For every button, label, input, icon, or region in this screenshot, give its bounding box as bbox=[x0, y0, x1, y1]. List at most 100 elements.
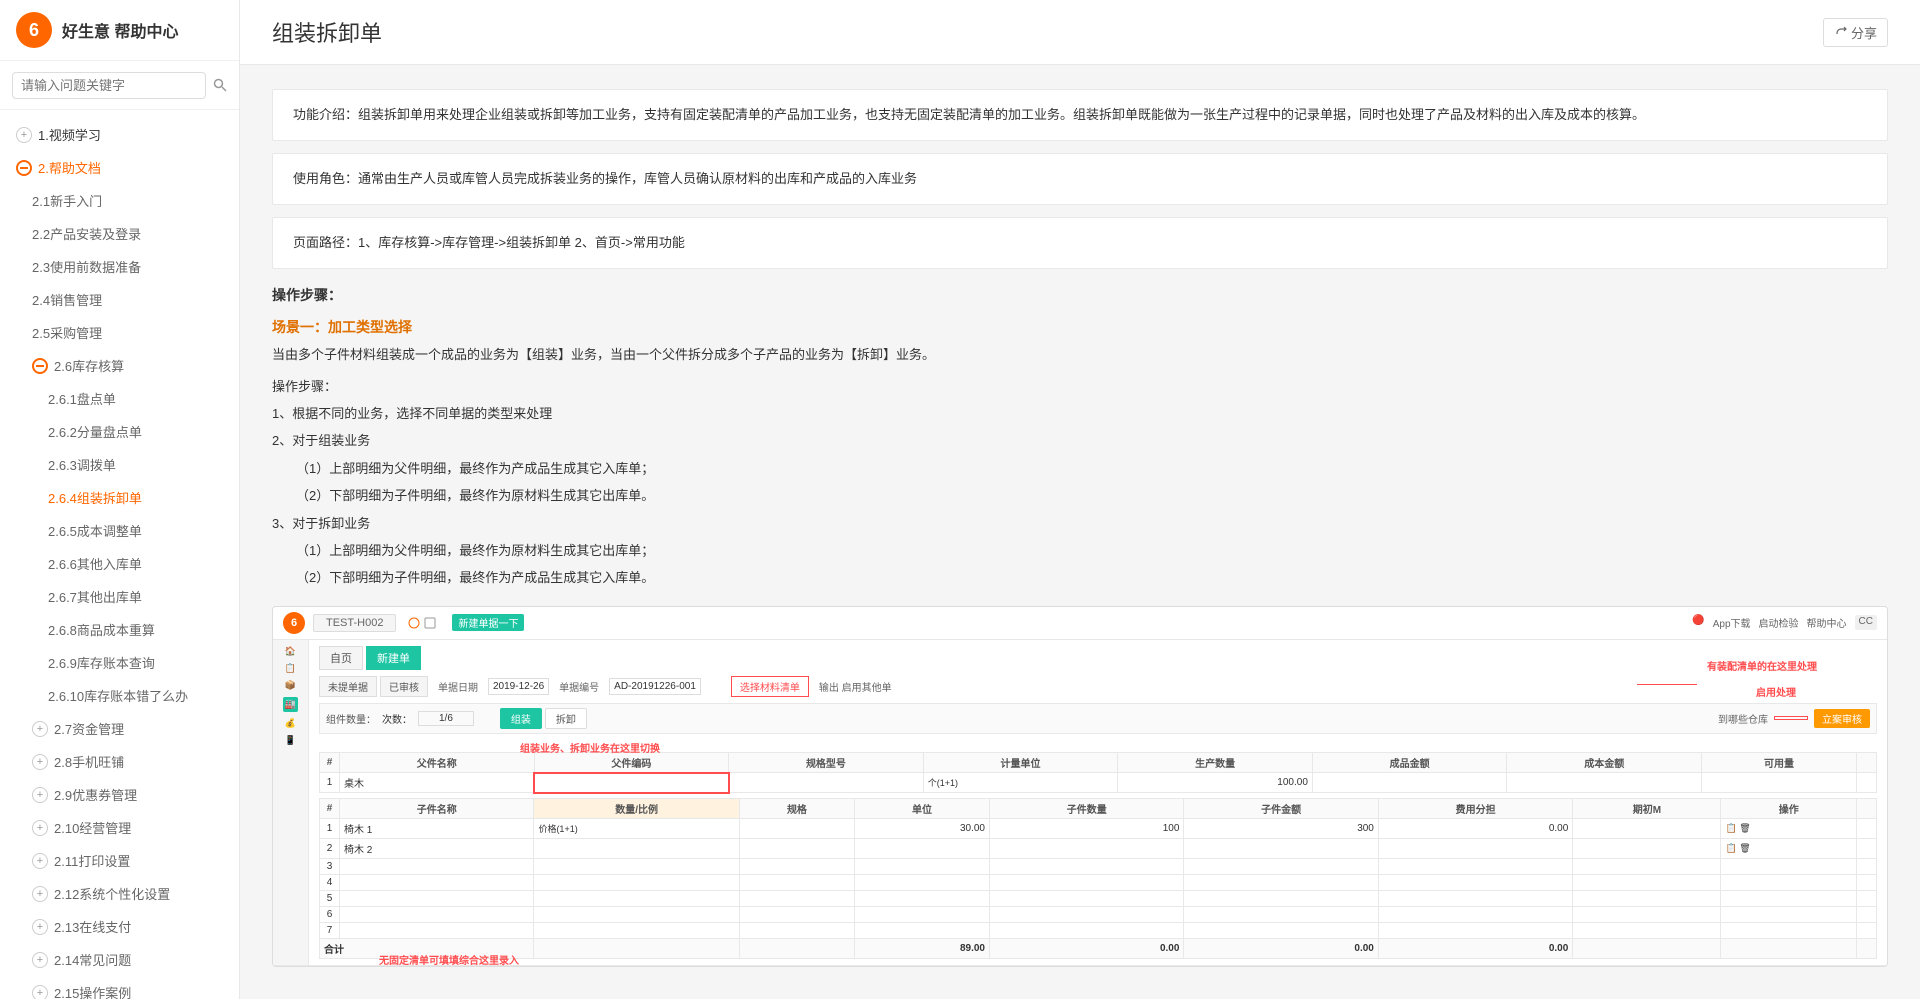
scene1-title: 场景一：加工类型选择 bbox=[272, 317, 1888, 337]
ss-logo-icon: 6 bbox=[283, 612, 305, 634]
ss-upper-table: # 父件名称 父件编码 规格型号 计量单位 生产数量 成品金额 成本金额 可用量 bbox=[319, 752, 1877, 794]
sidebar-item-video[interactable]: + 1.视频学习 bbox=[0, 118, 239, 151]
ss-tab-new[interactable]: 新建单 bbox=[366, 646, 421, 670]
ss-main-panel: 自页 新建单 未提单据 已审核 单据日期 2019-12-26 单据编号 AD-… bbox=[309, 640, 1887, 965]
sidebar-item-operation[interactable]: + 2.10经营管理 bbox=[0, 811, 239, 844]
ss-form-row1: 未提单据 已审核 单据日期 2019-12-26 单据编号 AD-2019122… bbox=[319, 676, 1877, 697]
sidebar-item-stocktake[interactable]: 2.6.1盘点单 bbox=[0, 382, 239, 415]
sidebar-item-split-stocktake[interactable]: 2.6.2分量盘点单 bbox=[0, 415, 239, 448]
page-title: 组装拆卸单 bbox=[272, 16, 382, 48]
step1: 1、根据不同的业务，选择不同单据的类型来处理 bbox=[272, 402, 1888, 425]
annotation1: 有装配清单的在这里处理 bbox=[1707, 658, 1817, 673]
ss-url-bar: TEST-H002 bbox=[313, 614, 396, 632]
sidebar-item-fund[interactable]: + 2.7资金管理 bbox=[0, 712, 239, 745]
sidebar-item-mobile[interactable]: + 2.8手机旺铺 bbox=[0, 745, 239, 778]
main-content: 组装拆卸单 分享 功能介绍：组装拆卸单用来处理企业组装或拆卸等加工业务，支持有固… bbox=[240, 0, 1920, 999]
annotation2: 组装业务、拆卸业务在这里切换 bbox=[520, 740, 660, 755]
ss-type-selector: 未提单据 已审核 bbox=[319, 676, 428, 697]
app-title: 好生意 帮助中心 bbox=[62, 18, 178, 42]
ss-tabs: 自页 新建单 bbox=[319, 646, 1877, 670]
ss-count-label: 组件数量： bbox=[326, 711, 376, 726]
sidebar-item-install[interactable]: 2.2产品安装及登录 bbox=[0, 217, 239, 250]
sidebar-item-docs[interactable]: 2.帮助文档 bbox=[0, 151, 239, 184]
logo-icon: 6 bbox=[16, 12, 52, 48]
step2: 2、对于组装业务 bbox=[272, 429, 1888, 452]
expand-icon: + bbox=[16, 127, 32, 143]
ss-header: 6 TEST-H002 新建单据一下 🔴App下载启动检验帮助中心CC bbox=[273, 607, 1887, 640]
sidebar-item-other-in[interactable]: 2.6.6其他入库单 bbox=[0, 547, 239, 580]
ss-date-value[interactable]: 2019-12-26 bbox=[488, 678, 549, 695]
ss-code-value[interactable]: AD-20191226-001 bbox=[609, 678, 701, 695]
ss-subnav: 🏠📋📦🏭💰📱 自页 新建单 未提单据 已审核 单据日期 bbox=[273, 640, 1887, 966]
search-button[interactable] bbox=[212, 71, 227, 99]
expand-operation-icon: + bbox=[32, 820, 48, 836]
sidebar-item-ledger[interactable]: 2.6.9库存账本查询 bbox=[0, 646, 239, 679]
sidebar-item-purchase[interactable]: 2.5采购管理 bbox=[0, 316, 239, 349]
expand-pay-icon: + bbox=[32, 919, 48, 935]
ss-form-row2: 组件数量： 次数： 1/6 组装 拆卸 组装业务、拆卸业务在这里切换 启用处理 bbox=[319, 703, 1877, 734]
sidebar-item-account-error[interactable]: 2.6.10库存账本错了么办 bbox=[0, 679, 239, 712]
sidebar-item-transfer[interactable]: 2.6.3调拨单 bbox=[0, 448, 239, 481]
ss-confirm-btn[interactable]: 立案审核 bbox=[1814, 709, 1870, 728]
expand-print-icon: + bbox=[32, 853, 48, 869]
sidebar-item-other-out[interactable]: 2.6.7其他出库单 bbox=[0, 580, 239, 613]
search-input[interactable] bbox=[12, 72, 206, 99]
ss-tab-home[interactable]: 自页 bbox=[319, 646, 363, 670]
intro-box: 功能介绍：组装拆卸单用来处理企业组装或拆卸等加工业务，支持有固定装配清单的产品加… bbox=[272, 89, 1888, 141]
sidebar-item-newcomer[interactable]: 2.1新手入门 bbox=[0, 184, 239, 217]
sidebar-item-sales[interactable]: 2.4销售管理 bbox=[0, 283, 239, 316]
share-button[interactable]: 分享 bbox=[1823, 18, 1888, 47]
ss-warehouse-input[interactable] bbox=[1774, 716, 1808, 720]
main-header: 组装拆卸单 分享 bbox=[240, 0, 1920, 65]
ss-op-label: 输出 启用其他单 bbox=[819, 679, 892, 694]
ss-assembly-list-btn[interactable]: 选择材料清单 bbox=[731, 676, 809, 697]
ss-icons bbox=[408, 617, 436, 629]
nav-list: + 1.视频学习 2.帮助文档 2.1新手入门 2.2产品安装及登录 2.3使用… bbox=[0, 110, 239, 999]
sidebar-item-online-pay[interactable]: + 2.13在线支付 bbox=[0, 910, 239, 943]
ss-warehouse-label: 到哪些仓库 bbox=[1718, 711, 1768, 726]
ss-code-label: 单据编号 bbox=[559, 679, 599, 694]
sidebar: 6 好生意 帮助中心 + 1.视频学习 2.帮助文档 2.1新手入门 2.2产品… bbox=[0, 0, 240, 999]
sidebar-item-cost-reset[interactable]: 2.6.8商品成本重算 bbox=[0, 613, 239, 646]
step3: 3、对于拆卸业务 bbox=[272, 512, 1888, 535]
sidebar-item-faq[interactable]: + 2.14常见问题 bbox=[0, 943, 239, 976]
sidebar-item-custom[interactable]: + 2.12系统个性化设置 bbox=[0, 877, 239, 910]
expand-fund-icon: + bbox=[32, 721, 48, 737]
path-box: 页面路径：1、库存核算->库存管理->组装拆卸单 2、首页->常用功能 bbox=[272, 217, 1888, 269]
ss-count-val: 次数： bbox=[382, 711, 412, 726]
steps-label: 操作步骤： bbox=[272, 375, 1888, 398]
sidebar-item-cost-adjust[interactable]: 2.6.5成本调整单 bbox=[0, 514, 239, 547]
operations-title: 操作步骤： bbox=[272, 285, 1888, 305]
scene1-desc: 当由多个子件材料组装成一个成品的业务为【组装】业务，当由一个父件拆分成多个子产品… bbox=[272, 343, 1888, 366]
annotation3: 启用处理 bbox=[1756, 684, 1796, 699]
ss-status-btn2[interactable]: 已审核 bbox=[380, 676, 428, 697]
ss-date-label: 单据日期 bbox=[438, 679, 478, 694]
role-box: 使用角色：通常由生产人员或库管人员完成拆装业务的操作，库管人员确认原材料的出库和… bbox=[272, 153, 1888, 205]
ss-assembly-type-btn[interactable]: 组装 bbox=[500, 708, 542, 729]
ss-new-btn[interactable]: 新建单据一下 bbox=[452, 614, 524, 631]
sidebar-item-assembly[interactable]: 2.6.4组装拆卸单 bbox=[0, 481, 239, 514]
step3-sub1: （1）上部明细为父件明细，最终作为原材料生成其它出库单； bbox=[272, 539, 1888, 562]
ss-top-right: 🔴App下载启动检验帮助中心CC bbox=[1692, 615, 1877, 630]
collapse-sub-icon bbox=[32, 358, 48, 374]
sidebar-item-print[interactable]: + 2.11打印设置 bbox=[0, 844, 239, 877]
sidebar-item-cases[interactable]: + 2.15操作案例 bbox=[0, 976, 239, 999]
ss-count-input[interactable]: 1/6 bbox=[418, 711, 474, 726]
search-box bbox=[0, 61, 239, 110]
ss-top-btn-group: 新建单据一下 bbox=[452, 614, 524, 631]
ss-disassembly-type-btn[interactable]: 拆卸 bbox=[545, 708, 587, 729]
expand-coupon-icon: + bbox=[32, 787, 48, 803]
sidebar-header: 6 好生意 帮助中心 bbox=[0, 0, 239, 61]
expand-faq-icon: + bbox=[32, 952, 48, 968]
ss-lower-section: 无固定清单可填填综合这里录入 # 子件名称 数量/比例 规格 单位 子件数量 bbox=[319, 798, 1877, 959]
arrow1 bbox=[1637, 684, 1697, 685]
sidebar-item-inventory[interactable]: 2.6库存核算 bbox=[0, 349, 239, 382]
step2-sub2: （2）下部明细为子件明细，最终作为原材料生成其它出库单。 bbox=[272, 484, 1888, 507]
expand-cases-icon: + bbox=[32, 985, 48, 999]
expand-mobile-icon: + bbox=[32, 754, 48, 770]
sidebar-item-data-prep[interactable]: 2.3使用前数据准备 bbox=[0, 250, 239, 283]
ss-status-btn1[interactable]: 未提单据 bbox=[319, 676, 377, 697]
collapse-icon bbox=[16, 160, 32, 176]
sidebar-item-coupon[interactable]: + 2.9优惠券管理 bbox=[0, 778, 239, 811]
ss-type-btns: 组装 拆卸 bbox=[500, 708, 587, 729]
